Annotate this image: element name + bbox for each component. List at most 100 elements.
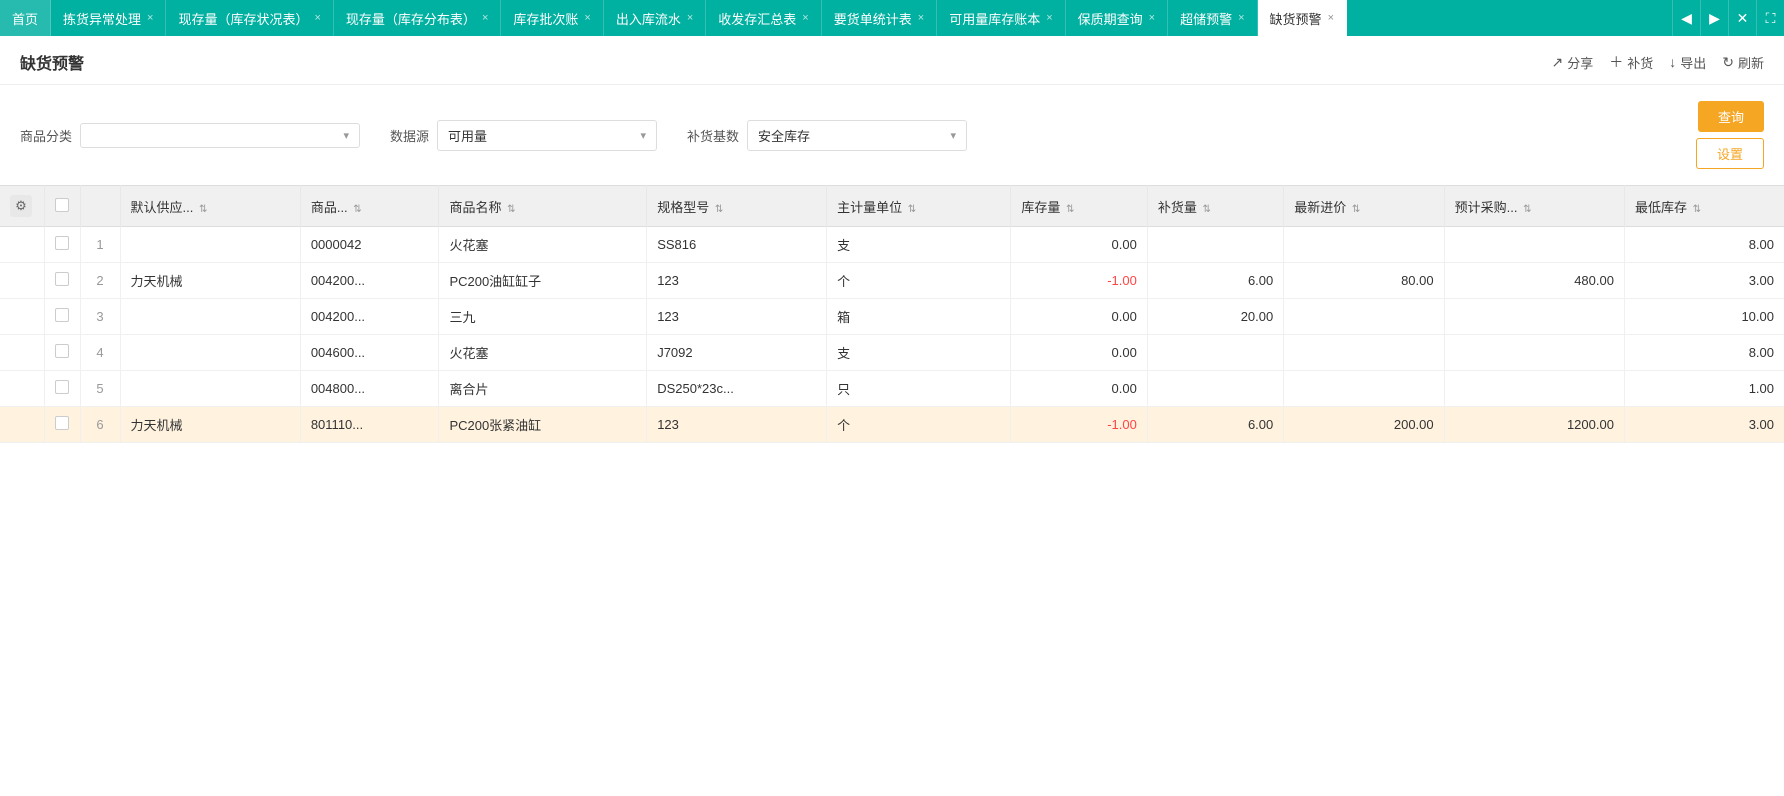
row-num-2: 3 — [80, 299, 120, 335]
row-num-0: 1 — [80, 227, 120, 263]
row-checkbox-4[interactable] — [44, 371, 80, 407]
tab-close-pick-exception[interactable]: × — [147, 12, 153, 24]
row-latest-price-2 — [1284, 299, 1444, 335]
row-checkbox-1[interactable] — [44, 263, 80, 299]
row-estimated-4 — [1444, 371, 1624, 407]
col-header-replenish-qty[interactable]: 补货量 ⇅ — [1147, 186, 1283, 227]
tab-close-available-stock[interactable]: × — [1046, 12, 1052, 24]
row-goods-name-1: PC200油缸缸子 — [439, 263, 647, 299]
col-header-goods-code[interactable]: 商品... ⇅ — [300, 186, 439, 227]
table-container: ⚙ 默认供应... ⇅ 商品... ⇅ 商品名称 — [0, 185, 1784, 443]
tab-close-summary[interactable]: × — [802, 12, 808, 24]
data-source-value: 可用量 — [448, 126, 487, 145]
checkbox-1[interactable] — [55, 272, 69, 286]
tab-close-expiry[interactable]: × — [1149, 12, 1155, 24]
share-button[interactable]: ↗ 分享 — [1551, 53, 1593, 72]
replenish-icon: ＋ — [1609, 52, 1623, 72]
goods-category-select[interactable]: ▾ — [80, 123, 360, 148]
tab-close-batch-account[interactable]: × — [584, 12, 590, 24]
tab-summary[interactable]: 收发存汇总表 × — [706, 0, 821, 36]
col-header-settings[interactable]: ⚙ — [0, 186, 44, 227]
query-button[interactable]: 查询 — [1698, 101, 1764, 132]
tab-home[interactable]: 首页 — [0, 0, 51, 36]
table-row: 5 004800... 离合片 DS250*23c... 只 0.00 1.00 — [0, 371, 1784, 407]
select-all-checkbox[interactable] — [55, 198, 69, 212]
column-settings-gear[interactable]: ⚙ — [10, 195, 32, 217]
checkbox-2[interactable] — [55, 308, 69, 322]
data-source-filter: 数据源 可用量 ▾ — [390, 120, 657, 151]
replenish-button[interactable]: ＋ 补货 — [1609, 52, 1653, 72]
settings-button[interactable]: 设置 — [1696, 138, 1764, 169]
page-header: 缺货预警 ↗ 分享 ＋ 补货 ↓ 导出 ↻ 刷新 — [0, 36, 1784, 85]
row-unit-1: 个 — [827, 263, 1011, 299]
tab-nav-fullscreen[interactable]: ⛶ — [1756, 0, 1784, 36]
col-header-default-supplier[interactable]: 默认供应... ⇅ — [120, 186, 300, 227]
row-estimated-3 — [1444, 335, 1624, 371]
row-estimated-2 — [1444, 299, 1624, 335]
table-row: 4 004600... 火花塞 J7092 支 0.00 8.00 — [0, 335, 1784, 371]
tab-close-stock-distribution[interactable]: × — [482, 12, 488, 24]
share-icon: ↗ — [1551, 54, 1563, 71]
row-goods-name-4: 离合片 — [439, 371, 647, 407]
row-stock-4: 0.00 — [1011, 371, 1147, 407]
sort-icon-supplier: ⇅ — [199, 204, 207, 215]
replenish-base-select[interactable]: 安全库存 ▾ — [747, 120, 967, 151]
col-header-stock[interactable]: 库存量 ⇅ — [1011, 186, 1147, 227]
row-settings-0 — [0, 227, 44, 263]
tab-available-stock[interactable]: 可用量库存账本 × — [937, 0, 1065, 36]
tab-goods-order[interactable]: 要货单统计表 × — [822, 0, 937, 36]
table-row: 2 力天机械 004200... PC200油缸缸子 123 个 -1.00 6… — [0, 263, 1784, 299]
tab-overstock[interactable]: 超储预警 × — [1168, 0, 1257, 36]
tab-close-stock-status[interactable]: × — [314, 12, 320, 24]
tab-close-shortage[interactable]: × — [1328, 12, 1334, 24]
export-button[interactable]: ↓ 导出 — [1669, 53, 1706, 72]
col-header-unit[interactable]: 主计量单位 ⇅ — [827, 186, 1011, 227]
row-unit-3: 支 — [827, 335, 1011, 371]
tab-nav-close[interactable]: ✕ — [1728, 0, 1756, 36]
row-unit-0: 支 — [827, 227, 1011, 263]
replenish-base-arrow: ▾ — [951, 129, 957, 142]
tab-close-goods-order[interactable]: × — [918, 12, 924, 24]
checkbox-5[interactable] — [55, 416, 69, 430]
col-header-latest-price[interactable]: 最新进价 ⇅ — [1284, 186, 1444, 227]
row-stock-0: 0.00 — [1011, 227, 1147, 263]
tab-stock-status[interactable]: 现存量（库存状况表） × — [166, 0, 333, 36]
row-checkbox-2[interactable] — [44, 299, 80, 335]
row-checkbox-5[interactable] — [44, 407, 80, 443]
refresh-button[interactable]: ↻ 刷新 — [1722, 53, 1764, 72]
row-spec-5: 123 — [647, 407, 827, 443]
checkbox-0[interactable] — [55, 236, 69, 250]
row-checkbox-3[interactable] — [44, 335, 80, 371]
row-settings-4 — [0, 371, 44, 407]
tab-batch-account[interactable]: 库存批次账 × — [501, 0, 603, 36]
data-source-arrow: ▾ — [641, 129, 647, 142]
col-header-estimated-purchase[interactable]: 预计采购... ⇅ — [1444, 186, 1624, 227]
tab-flow[interactable]: 出入库流水 × — [604, 0, 706, 36]
tab-expiry[interactable]: 保质期查询 × — [1066, 0, 1168, 36]
tab-nav-next[interactable]: ▶ — [1700, 0, 1728, 36]
checkbox-4[interactable] — [55, 380, 69, 394]
col-header-checkbox[interactable] — [44, 186, 80, 227]
row-num-5: 6 — [80, 407, 120, 443]
tab-close-flow[interactable]: × — [687, 12, 693, 24]
data-source-select[interactable]: 可用量 ▾ — [437, 120, 657, 151]
main-content: 缺货预警 ↗ 分享 ＋ 补货 ↓ 导出 ↻ 刷新 商品分类 — [0, 36, 1784, 796]
col-header-min-stock[interactable]: 最低库存 ⇅ — [1624, 186, 1784, 227]
col-header-goods-name[interactable]: 商品名称 ⇅ — [439, 186, 647, 227]
row-supplier-4 — [120, 371, 300, 407]
data-source-label: 数据源 — [390, 126, 429, 145]
tab-nav-prev[interactable]: ◀ — [1672, 0, 1700, 36]
sort-icon-min-stock: ⇅ — [1693, 204, 1701, 215]
row-num-1: 2 — [80, 263, 120, 299]
row-checkbox-0[interactable] — [44, 227, 80, 263]
tab-shortage[interactable]: 缺货预警 × — [1258, 0, 1347, 36]
col-header-spec[interactable]: 规格型号 ⇅ — [647, 186, 827, 227]
row-stock-2: 0.00 — [1011, 299, 1147, 335]
sort-icon-spec: ⇅ — [715, 204, 723, 215]
tab-close-overstock[interactable]: × — [1238, 12, 1244, 24]
checkbox-3[interactable] — [55, 344, 69, 358]
tab-pick-exception[interactable]: 拣货异常处理 × — [51, 0, 166, 36]
row-num-4: 5 — [80, 371, 120, 407]
row-spec-4: DS250*23c... — [647, 371, 827, 407]
tab-stock-distribution[interactable]: 现存量（库存分布表） × — [334, 0, 501, 36]
